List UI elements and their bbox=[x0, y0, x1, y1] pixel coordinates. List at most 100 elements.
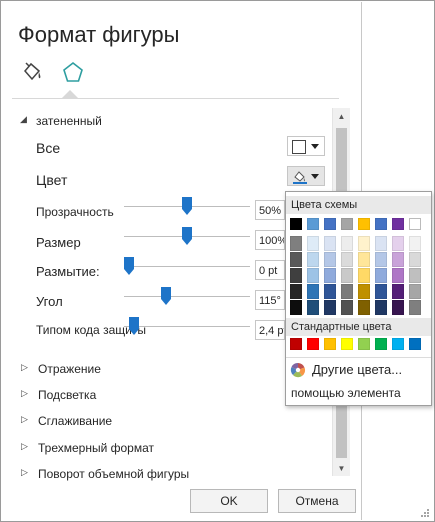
theme-shade-swatch[interactable] bbox=[324, 236, 336, 251]
theme-shade-swatch[interactable] bbox=[392, 252, 404, 267]
theme-shade-swatch[interactable] bbox=[290, 252, 302, 267]
theme-color-swatch[interactable] bbox=[341, 218, 353, 230]
section-shadow-label[interactable]: затененный bbox=[36, 114, 102, 128]
theme-shade-swatch[interactable] bbox=[358, 268, 370, 283]
standard-color-swatch[interactable] bbox=[409, 338, 421, 350]
theme-shade-swatch[interactable] bbox=[392, 236, 404, 251]
section-collapsed-icon[interactable]: ▷ bbox=[21, 362, 28, 373]
angle-input[interactable]: 115° bbox=[255, 290, 285, 310]
standard-colors-header: Стандартные цвета bbox=[286, 318, 431, 336]
theme-shade-swatch[interactable] bbox=[409, 236, 421, 251]
blur-slider[interactable] bbox=[124, 257, 250, 275]
theme-shade-swatch[interactable] bbox=[392, 268, 404, 283]
slider-thumb[interactable] bbox=[161, 287, 171, 305]
section-reflection[interactable]: Отражение bbox=[38, 362, 101, 376]
standard-color-swatch[interactable] bbox=[324, 338, 336, 350]
theme-shade-swatch[interactable] bbox=[358, 300, 370, 315]
theme-shade-swatch[interactable] bbox=[290, 284, 302, 299]
slider-thumb[interactable] bbox=[129, 317, 139, 335]
theme-shade-swatch[interactable] bbox=[307, 236, 319, 251]
section-collapsed-icon[interactable]: ▷ bbox=[21, 441, 28, 452]
section-soft-edges[interactable]: Сглаживание bbox=[38, 414, 112, 428]
distance-slider[interactable] bbox=[124, 317, 250, 335]
theme-shade-swatch[interactable] bbox=[392, 300, 404, 315]
theme-color-swatch[interactable] bbox=[358, 218, 370, 230]
theme-shade-swatch[interactable] bbox=[358, 236, 370, 251]
section-3d-rotation[interactable]: Поворот объемной фигуры bbox=[38, 467, 189, 481]
theme-shade-swatch[interactable] bbox=[341, 252, 353, 267]
transparency-slider[interactable] bbox=[124, 197, 250, 215]
standard-color-swatch[interactable] bbox=[290, 338, 302, 350]
theme-shade-swatch[interactable] bbox=[358, 284, 370, 299]
presets-dropdown[interactable] bbox=[287, 136, 325, 156]
theme-shade-swatch[interactable] bbox=[307, 284, 319, 299]
theme-shade-swatch[interactable] bbox=[409, 252, 421, 267]
theme-shade-swatch[interactable] bbox=[290, 236, 302, 251]
theme-color-swatch[interactable] bbox=[324, 218, 336, 230]
theme-shade-swatch[interactable] bbox=[375, 268, 387, 283]
eyedropper-item[interactable]: помощью элемента bbox=[291, 386, 431, 400]
ok-button[interactable]: OK bbox=[190, 489, 268, 513]
theme-shade-swatch[interactable] bbox=[375, 236, 387, 251]
standard-color-swatch[interactable] bbox=[375, 338, 387, 350]
theme-shade-swatch[interactable] bbox=[341, 284, 353, 299]
theme-shade-swatch[interactable] bbox=[341, 268, 353, 283]
standard-color-swatch[interactable] bbox=[307, 338, 319, 350]
theme-shade-swatch[interactable] bbox=[341, 300, 353, 315]
theme-shade-swatch[interactable] bbox=[290, 268, 302, 283]
slider-thumb[interactable] bbox=[182, 227, 192, 245]
shadow-preset-swatch bbox=[292, 140, 306, 154]
theme-shade-swatch[interactable] bbox=[324, 284, 336, 299]
theme-shade-swatch[interactable] bbox=[290, 300, 302, 315]
more-colors-item[interactable]: Другие цвета... bbox=[286, 362, 431, 380]
distance-input[interactable]: 2,4 pt bbox=[255, 320, 285, 340]
slider-thumb[interactable] bbox=[182, 197, 192, 215]
theme-shade-swatch[interactable] bbox=[409, 284, 421, 299]
size-input[interactable]: 100% bbox=[255, 230, 285, 250]
theme-shade-swatch[interactable] bbox=[375, 252, 387, 267]
scroll-up-icon[interactable]: ▲ bbox=[333, 108, 350, 124]
theme-shade-swatch[interactable] bbox=[324, 268, 336, 283]
standard-color-swatch[interactable] bbox=[358, 338, 370, 350]
section-collapsed-icon[interactable]: ▷ bbox=[21, 467, 28, 478]
color-label: Цвет bbox=[36, 172, 68, 188]
theme-shade-swatch[interactable] bbox=[409, 300, 421, 315]
angle-slider[interactable] bbox=[124, 287, 250, 305]
presets-label: Все bbox=[36, 140, 61, 156]
theme-shade-swatch[interactable] bbox=[307, 252, 319, 267]
popup-separator bbox=[286, 357, 431, 358]
slider-thumb[interactable] bbox=[124, 257, 134, 275]
scroll-down-icon[interactable]: ▼ bbox=[333, 460, 350, 476]
transparency-input[interactable]: 50% bbox=[255, 200, 285, 220]
section-expanded-icon[interactable]: ◢ bbox=[20, 114, 27, 125]
theme-color-swatch[interactable] bbox=[375, 218, 387, 230]
theme-shade-swatch[interactable] bbox=[324, 300, 336, 315]
size-slider[interactable] bbox=[124, 227, 250, 245]
section-3d-format[interactable]: Трехмерный формат bbox=[38, 441, 154, 455]
blur-label: Размытие: bbox=[36, 264, 100, 279]
theme-shade-swatch[interactable] bbox=[307, 268, 319, 283]
color-dropdown[interactable] bbox=[287, 166, 325, 186]
theme-color-swatch[interactable] bbox=[409, 218, 421, 230]
section-glow[interactable]: Подсветка bbox=[38, 388, 96, 402]
section-collapsed-icon[interactable]: ▷ bbox=[21, 388, 28, 399]
theme-shade-swatch[interactable] bbox=[341, 236, 353, 251]
blur-input[interactable]: 0 pt bbox=[255, 260, 285, 280]
pentagon-icon[interactable] bbox=[61, 60, 85, 84]
theme-shade-swatch[interactable] bbox=[409, 268, 421, 283]
theme-shade-swatch[interactable] bbox=[392, 284, 404, 299]
cancel-button[interactable]: Отмена bbox=[278, 489, 356, 513]
paint-bucket-icon[interactable] bbox=[20, 60, 44, 84]
theme-color-swatch[interactable] bbox=[307, 218, 319, 230]
standard-color-swatch[interactable] bbox=[392, 338, 404, 350]
theme-color-swatch[interactable] bbox=[392, 218, 404, 230]
theme-shade-swatch[interactable] bbox=[324, 252, 336, 267]
theme-shade-swatch[interactable] bbox=[375, 300, 387, 315]
theme-shade-swatch[interactable] bbox=[358, 252, 370, 267]
section-collapsed-icon[interactable]: ▷ bbox=[21, 414, 28, 425]
theme-color-swatch[interactable] bbox=[290, 218, 302, 230]
theme-shade-swatch[interactable] bbox=[375, 284, 387, 299]
theme-shade-swatch[interactable] bbox=[307, 300, 319, 315]
standard-color-swatch[interactable] bbox=[341, 338, 353, 350]
resize-grip-icon[interactable] bbox=[420, 508, 430, 518]
